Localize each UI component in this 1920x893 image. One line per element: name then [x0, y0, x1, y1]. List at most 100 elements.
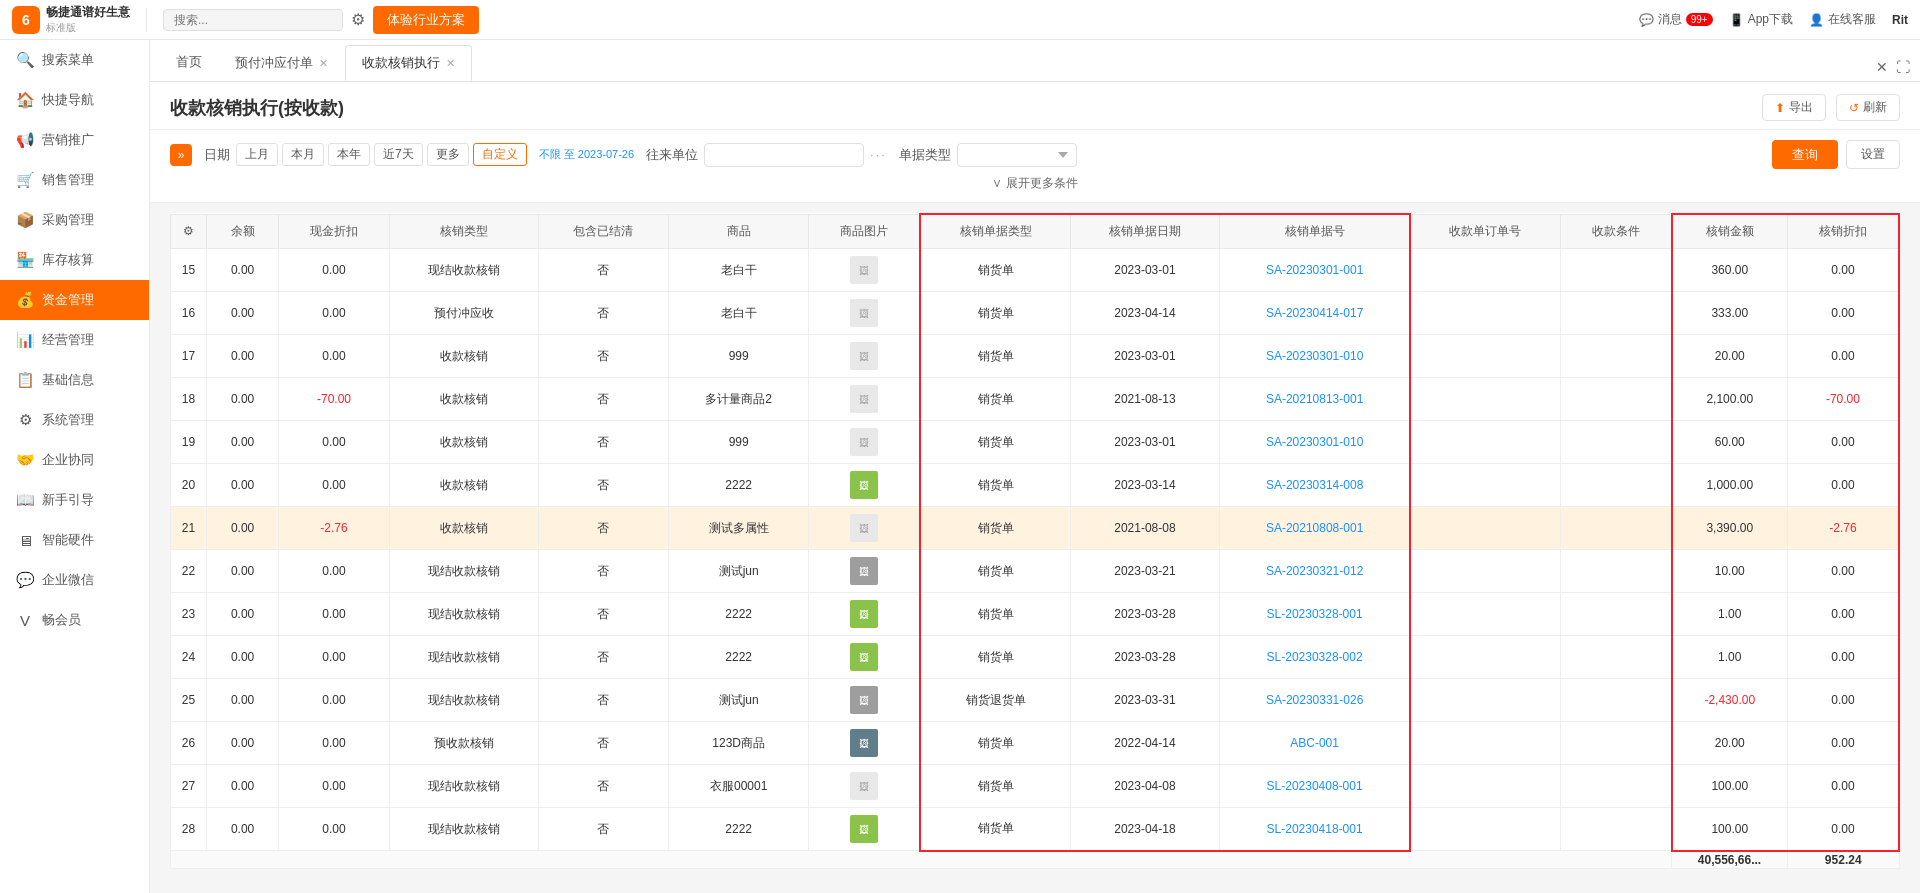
- tab-prepay[interactable]: 预付冲应付单✕: [218, 45, 345, 81]
- cell-cancel_doc_no[interactable]: SA-20230331-026: [1220, 679, 1411, 722]
- cell-goods_img: 🖼: [809, 335, 920, 378]
- doc-link[interactable]: SA-20210808-001: [1266, 521, 1363, 535]
- sidebar-item-collab[interactable]: 🤝企业协同: [0, 440, 149, 480]
- cell-cancel_doc_no[interactable]: SL-20230418-001: [1220, 808, 1411, 851]
- cell-cancel_doc_no[interactable]: SA-20230301-001: [1220, 249, 1411, 292]
- doc-link[interactable]: SA-20230301-001: [1266, 263, 1363, 277]
- cell-cancel_discount: 0.00: [1787, 292, 1899, 335]
- cell-cancel_doc_no[interactable]: SA-20210808-001: [1220, 507, 1411, 550]
- cell-cancel_doc_type: 销货单: [920, 335, 1070, 378]
- cell-gear: 24: [171, 636, 207, 679]
- doc-link[interactable]: SA-20230301-010: [1266, 435, 1363, 449]
- sidebar-item-smart-hw[interactable]: 🖥智能硬件: [0, 520, 149, 560]
- this-year-btn[interactable]: 本年: [328, 143, 370, 166]
- cell-cash_discount: 0.00: [279, 249, 390, 292]
- cell-cancel_doc_no[interactable]: SL-20230328-001: [1220, 593, 1411, 636]
- sidebar-item-marketing[interactable]: 📢营销推广: [0, 120, 149, 160]
- cell-cancel_doc_no[interactable]: SA-20230301-010: [1220, 421, 1411, 464]
- cell-cancel_doc_no[interactable]: ABC-001: [1220, 722, 1411, 765]
- doc-link[interactable]: SL-20230328-001: [1267, 607, 1363, 621]
- counterparty-dots[interactable]: ···: [870, 147, 887, 162]
- cell-receipt_condition: [1560, 335, 1671, 378]
- doc-link[interactable]: ABC-001: [1290, 736, 1339, 750]
- tab-home[interactable]: 首页: [160, 45, 218, 81]
- sidebar-item-guide[interactable]: 📖新手引导: [0, 480, 149, 520]
- brand-name: 畅捷通谱好生意: [46, 4, 130, 21]
- cell-cancel_doc_no[interactable]: SA-20210813-001: [1220, 378, 1411, 421]
- refresh-btn[interactable]: ↺ 刷新: [1836, 94, 1900, 121]
- custom-date-btn[interactable]: 自定义: [473, 143, 527, 166]
- cell-balance: 0.00: [207, 292, 279, 335]
- filter-expand-btn[interactable]: »: [170, 144, 192, 166]
- sidebar-item-member[interactable]: V畅会员: [0, 600, 149, 640]
- tab-receipt-cancel[interactable]: 收款核销执行✕: [345, 45, 472, 81]
- sidebar-item-operations[interactable]: 📊经营管理: [0, 320, 149, 360]
- app-download-btn[interactable]: 📱 App下载: [1729, 11, 1793, 28]
- cell-cash_discount: -2.76: [279, 507, 390, 550]
- cell-cancel_discount: 0.00: [1787, 765, 1899, 808]
- online-service-btn[interactable]: 👤 在线客服: [1809, 11, 1876, 28]
- sidebar-item-inventory[interactable]: 🏪库存核算: [0, 240, 149, 280]
- sidebar-item-wechat[interactable]: 💬企业微信: [0, 560, 149, 600]
- trial-btn[interactable]: 体验行业方案: [373, 6, 479, 34]
- counterparty-input[interactable]: [704, 143, 864, 167]
- cell-goods_img: 🖼: [809, 378, 920, 421]
- doc-link[interactable]: SA-20210813-001: [1266, 392, 1363, 406]
- close-tab-icon[interactable]: ✕: [1876, 59, 1888, 75]
- table-row: 250.000.00现结收款核销否测试jun🖼销货退货单2023-03-31SA…: [171, 679, 1900, 722]
- cell-balance: 0.00: [207, 722, 279, 765]
- export-btn[interactable]: ⬆ 导出: [1762, 94, 1826, 121]
- cell-cancel_amount: 2,100.00: [1672, 378, 1788, 421]
- cell-cancel_doc_no[interactable]: SL-20230328-002: [1220, 636, 1411, 679]
- cell-cancel_doc_type: 销货单: [920, 378, 1070, 421]
- last-7days-btn[interactable]: 近7天: [374, 143, 423, 166]
- doc-link[interactable]: SL-20230328-002: [1267, 650, 1363, 664]
- table-row: 280.000.00现结收款核销否2222🖼销货单2023-04-18SL-20…: [171, 808, 1900, 851]
- this-month-btn[interactable]: 本月: [282, 143, 324, 166]
- settings-btn[interactable]: 设置: [1846, 140, 1900, 169]
- cell-cancel_doc_no[interactable]: SA-20230314-008: [1220, 464, 1411, 507]
- expand-icon[interactable]: ⛶: [1896, 59, 1910, 75]
- cell-cancel_type: 预收款核销: [389, 722, 538, 765]
- cell-receipt_condition: [1560, 507, 1671, 550]
- voucher-type-select[interactable]: [957, 143, 1077, 167]
- cell-cancel_doc_no[interactable]: SA-20230321-012: [1220, 550, 1411, 593]
- tab-close-receipt-cancel[interactable]: ✕: [446, 57, 455, 70]
- doc-link[interactable]: SA-20230331-026: [1266, 693, 1363, 707]
- doc-link[interactable]: SA-20230314-008: [1266, 478, 1363, 492]
- gear-icon[interactable]: ⚙: [351, 10, 365, 29]
- sidebar-item-basic-info[interactable]: 📋基础信息: [0, 360, 149, 400]
- cell-balance: 0.00: [207, 335, 279, 378]
- user-name[interactable]: Rit: [1892, 13, 1908, 27]
- sidebar-item-finance[interactable]: 💰资金管理: [0, 280, 149, 320]
- tab-close-prepay[interactable]: ✕: [319, 57, 328, 70]
- sidebar-item-quick-nav[interactable]: 🏠快捷导航: [0, 80, 149, 120]
- cell-cancel_doc_no[interactable]: SA-20230414-017: [1220, 292, 1411, 335]
- cell-cash_discount: 0.00: [279, 679, 390, 722]
- sidebar-item-search-menu[interactable]: 🔍搜索菜单: [0, 40, 149, 80]
- message-btn[interactable]: 💬 消息 99+: [1639, 11, 1713, 28]
- doc-link[interactable]: SL-20230408-001: [1267, 779, 1363, 793]
- expand-more-btn[interactable]: ∨ 展开更多条件: [992, 175, 1077, 192]
- last-month-btn[interactable]: 上月: [236, 143, 278, 166]
- doc-link[interactable]: SA-20230301-010: [1266, 349, 1363, 363]
- more-date-btn[interactable]: 更多: [427, 143, 469, 166]
- top-search-input[interactable]: [163, 9, 343, 31]
- sidebar-item-system[interactable]: ⚙系统管理: [0, 400, 149, 440]
- cell-cancel_doc_no[interactable]: SL-20230408-001: [1220, 765, 1411, 808]
- cell-cancel_discount: 0.00: [1787, 249, 1899, 292]
- sidebar-item-sales[interactable]: 🛒销售管理: [0, 160, 149, 200]
- cell-goods: 老白干: [668, 292, 809, 335]
- cell-receipt_order_no: [1410, 378, 1560, 421]
- cell-receipt_order_no: [1410, 292, 1560, 335]
- cell-cancel_doc_no[interactable]: SA-20230301-010: [1220, 335, 1411, 378]
- sidebar-label-system: 系统管理: [42, 411, 94, 429]
- sidebar-item-purchase[interactable]: 📦采购管理: [0, 200, 149, 240]
- main-layout: 🔍搜索菜单🏠快捷导航📢营销推广🛒销售管理📦采购管理🏪库存核算💰资金管理📊经营管理…: [0, 40, 1920, 893]
- cell-receipt_order_no: [1410, 550, 1560, 593]
- doc-link[interactable]: SA-20230414-017: [1266, 306, 1363, 320]
- cell-goods_img: 🖼: [809, 808, 920, 851]
- doc-link[interactable]: SA-20230321-012: [1266, 564, 1363, 578]
- query-btn[interactable]: 查询: [1772, 140, 1838, 169]
- doc-link[interactable]: SL-20230418-001: [1267, 822, 1363, 836]
